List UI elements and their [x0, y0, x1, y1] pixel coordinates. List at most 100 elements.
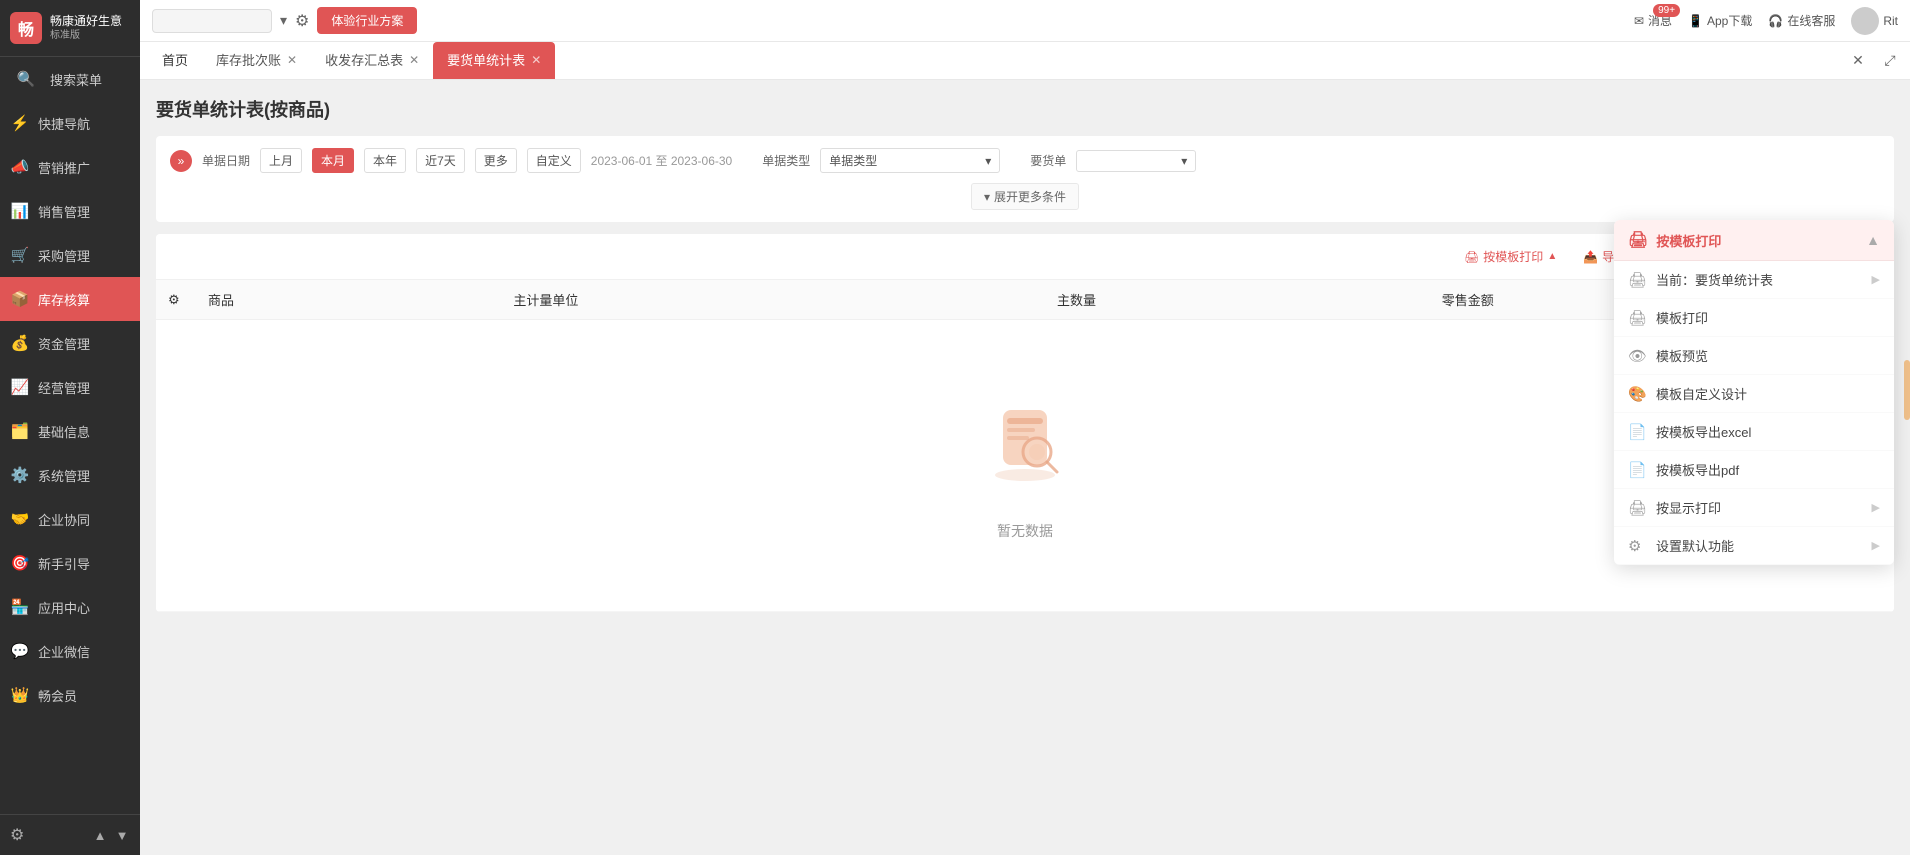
dropdown-template-pdf[interactable]: 📄 按模板导出pdf: [1614, 451, 1894, 489]
sidebar-item-finance[interactable]: 💰 资金管理: [0, 321, 140, 365]
tab-batch-account[interactable]: 库存批次账 ✕: [202, 42, 311, 79]
col-gear[interactable]: ⚙: [156, 280, 196, 320]
sidebar-item-system[interactable]: ⚙️ 系统管理: [0, 453, 140, 497]
date-filter-label: 单据日期: [202, 152, 250, 169]
wechat-icon: 💬: [10, 641, 30, 661]
tab-receipt-summary[interactable]: 收发存汇总表 ✕: [311, 42, 433, 79]
sidebar-item-marketing[interactable]: 📣 营销推广: [0, 145, 140, 189]
expand-more-btn[interactable]: ▾ 展开更多条件: [971, 183, 1079, 210]
sidebar-item-label: 营销推广: [38, 158, 90, 177]
tab-home[interactable]: 首页: [148, 42, 202, 79]
col-unit: 主计量单位: [501, 280, 1045, 320]
sidebar-item-wechat[interactable]: 💬 企业微信: [0, 629, 140, 673]
sidebar-item-guide[interactable]: 🎯 新手引导: [0, 541, 140, 585]
dropdown-print-icon: 🖨: [1628, 230, 1648, 250]
topbar-left: ▾ ⚙ 体验行业方案: [152, 7, 1634, 34]
print-btn[interactable]: 🖨 按模板打印 ▲: [1456, 244, 1565, 269]
default-func-icon: ⚙: [1628, 537, 1646, 555]
dropdown-collapse-btn[interactable]: ▲: [1866, 232, 1880, 248]
dropdown-template-print[interactable]: 🖨 模板打印: [1614, 299, 1894, 337]
app-name: 畅康通好生意: [50, 14, 122, 30]
order-type-label: 单据类型: [762, 152, 810, 169]
sidebar-item-purchase[interactable]: 🛒 采购管理: [0, 233, 140, 277]
order-type-select[interactable]: 单据类型 ▾: [820, 148, 1000, 173]
member-icon: 👑: [10, 685, 30, 705]
template-preview-icon: 👁: [1628, 347, 1646, 365]
base-icon: 🗂️: [10, 421, 30, 441]
page-content: 要货单统计表(按商品) » 单据日期 上月 本月 本年 近7天 更多 自定义 2…: [140, 80, 1910, 855]
date-btn-last-month[interactable]: 上月: [260, 148, 302, 173]
date-btn-this-month[interactable]: 本月: [312, 148, 354, 173]
order-type-chevron: ▾: [985, 154, 991, 168]
sidebar-item-member[interactable]: 👑 畅会员: [0, 673, 140, 717]
online-service-item[interactable]: 🎧 在线客服: [1768, 12, 1835, 29]
sidebar-item-quick-nav[interactable]: ⚡ 快捷导航: [0, 101, 140, 145]
dropdown-default-func[interactable]: ⚙ 设置默认功能 ▶: [1614, 527, 1894, 565]
app-download-item[interactable]: 📱 App下载: [1688, 12, 1752, 29]
default-func-label: 设置默认功能: [1656, 536, 1734, 555]
logo-icon: 畅: [10, 12, 42, 44]
tab-order-stats-close[interactable]: ✕: [531, 53, 541, 67]
app-download-icon: 📱: [1688, 14, 1703, 28]
main-area: ▾ ⚙ 体验行业方案 ✉ 消息 99+ 📱 App下载 🎧 在线客服 Rit: [140, 0, 1910, 855]
topbar-search-input[interactable]: [152, 9, 272, 33]
dropdown-current-template[interactable]: 🖨 当前：要货单统计表 ▶: [1614, 261, 1894, 299]
date-btn-more[interactable]: 更多: [475, 148, 517, 173]
settings-gear-icon[interactable]: ⚙: [10, 825, 24, 845]
date-btn-7days[interactable]: 近7天: [416, 148, 465, 173]
sidebar-item-label: 库存核算: [38, 290, 90, 309]
sidebar-item-collab[interactable]: 🤝 企业协同: [0, 497, 140, 541]
tabbar: 首页 库存批次账 ✕ 收发存汇总表 ✕ 要货单统计表 ✕ ✕ ⤢: [140, 42, 1910, 80]
sidebar-item-label: 畅会员: [38, 686, 77, 705]
app-version: 标准版: [50, 29, 122, 42]
sidebar-item-search[interactable]: 🔍 搜索菜单: [0, 57, 140, 101]
tab-batch-account-close[interactable]: ✕: [287, 53, 297, 67]
tab-expand-btn[interactable]: ⤢: [1878, 49, 1902, 73]
trial-button[interactable]: 体验行业方案: [317, 7, 417, 34]
message-icon: ✉: [1634, 14, 1644, 28]
dropdown-display-print[interactable]: 🖨 按显示打印 ▶: [1614, 489, 1894, 527]
resize-handle[interactable]: [1904, 360, 1910, 420]
tab-receipt-summary-close[interactable]: ✕: [409, 53, 419, 67]
sidebar-item-apps[interactable]: 🏪 应用中心: [0, 585, 140, 629]
tab-close-all-btn[interactable]: ✕: [1846, 49, 1870, 73]
app-download-label: App下载: [1707, 12, 1752, 29]
operation-icon: 📈: [10, 377, 30, 397]
date-btn-custom[interactable]: 自定义: [527, 148, 581, 173]
col-quantity: 主数量: [1045, 280, 1430, 320]
date-btn-this-year[interactable]: 本年: [364, 148, 406, 173]
dropdown-template-design[interactable]: 🎨 模板自定义设计: [1614, 375, 1894, 413]
scroll-down-icon[interactable]: ▼: [114, 827, 130, 843]
template-pdf-icon: 📄: [1628, 461, 1646, 479]
dropdown-template-excel[interactable]: 📄 按模板导出excel: [1614, 413, 1894, 451]
guide-icon: 🎯: [10, 553, 30, 573]
user-avatar-item[interactable]: Rit: [1851, 7, 1898, 35]
purchase-icon: 🛒: [10, 245, 30, 265]
sidebar-item-label: 资金管理: [38, 334, 90, 353]
scroll-up-icon[interactable]: ▲: [92, 827, 108, 843]
default-func-chevron: ▶: [1872, 539, 1880, 552]
sidebar-item-sales[interactable]: 📊 销售管理: [0, 189, 140, 233]
topbar-gear-icon[interactable]: ⚙: [295, 11, 309, 31]
goods-filter-label: 要货单: [1030, 152, 1066, 169]
topbar-dropdown-icon[interactable]: ▾: [280, 12, 287, 29]
sidebar-item-label: 企业协同: [38, 510, 90, 529]
current-template-label: 当前：要货单统计表: [1656, 270, 1773, 289]
sidebar-item-label: 企业微信: [38, 642, 90, 661]
sidebar-item-operation[interactable]: 📈 经营管理: [0, 365, 140, 409]
print-icon: 🖨: [1464, 250, 1479, 264]
tab-order-stats[interactable]: 要货单统计表 ✕: [433, 42, 555, 79]
collab-icon: 🤝: [10, 509, 30, 529]
messages-item[interactable]: ✉ 消息 99+: [1634, 12, 1672, 29]
filter-expand-btn[interactable]: »: [170, 150, 192, 172]
apps-icon: 🏪: [10, 597, 30, 617]
sidebar-item-label: 系统管理: [38, 466, 90, 485]
sidebar-item-base[interactable]: 🗂️ 基础信息: [0, 409, 140, 453]
page-title: 要货单统计表(按商品): [156, 96, 1894, 122]
sidebar: 畅 畅康通好生意 标准版 🔍 搜索菜单 ⚡ 快捷导航 📣 营销推广 📊 销售管理…: [0, 0, 140, 855]
goods-filter-select[interactable]: ▾: [1076, 150, 1196, 172]
dropdown-template-preview[interactable]: 👁 模板预览: [1614, 337, 1894, 375]
sidebar-item-inventory[interactable]: 📦 库存核算: [0, 277, 140, 321]
display-print-label: 按显示打印: [1656, 498, 1721, 517]
tab-order-stats-label: 要货单统计表: [447, 50, 525, 69]
